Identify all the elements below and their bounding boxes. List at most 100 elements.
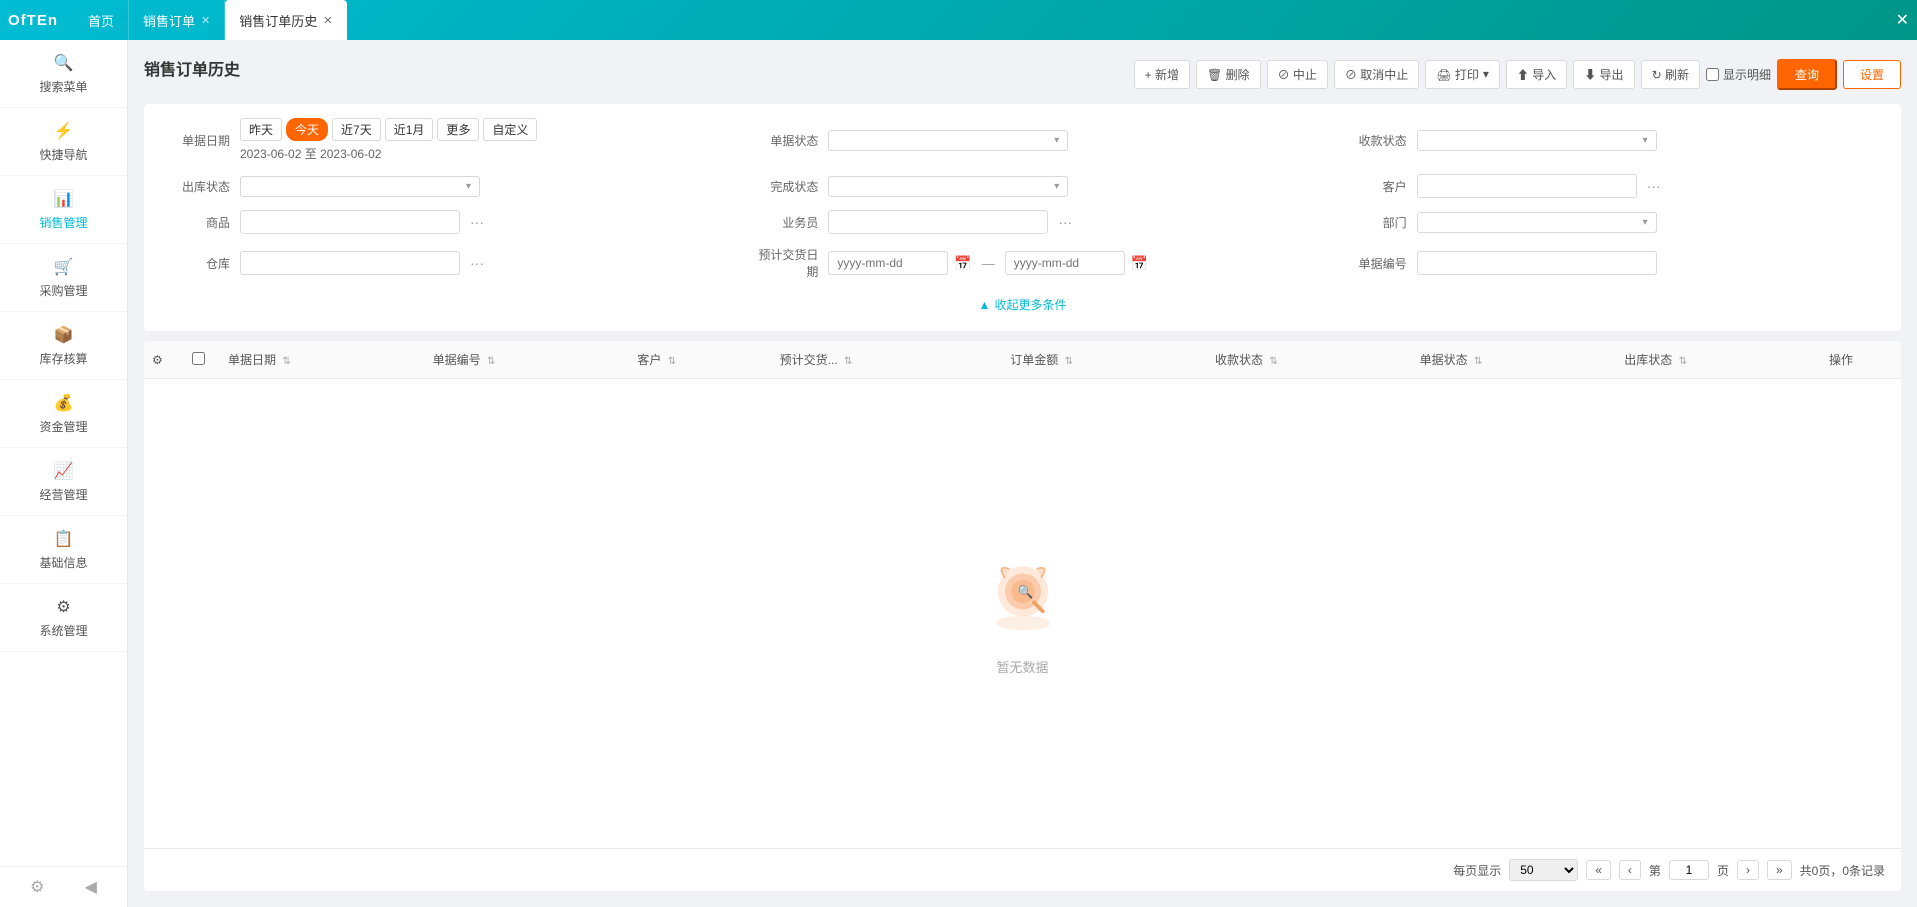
status-select[interactable]: ▾ bbox=[828, 130, 1068, 151]
complete-status-select[interactable]: ▾ bbox=[828, 176, 1068, 197]
export-button[interactable]: ⬇ 导出 bbox=[1573, 60, 1634, 89]
toolbar: + 新增 🗑 删除 ⊘ 中止 ⊘ 取消中止 🖨 打印 ▾ ⬆ 导入 ⬇ 导出 ↻… bbox=[1134, 59, 1901, 90]
th-order-status[interactable]: 单据状态 ⇅ bbox=[1412, 341, 1617, 379]
show-detail-checkbox-label[interactable]: 显示明细 bbox=[1706, 66, 1771, 83]
th-date[interactable]: 单据日期 ⇅ bbox=[220, 341, 425, 379]
date-btn-today[interactable]: 今天 bbox=[286, 118, 328, 141]
staff-input[interactable] bbox=[828, 210, 1048, 234]
empty-icon: 🔍 bbox=[978, 551, 1068, 641]
sidebar-item-finance[interactable]: 💰 资金管理 bbox=[0, 380, 127, 448]
warehouse-ellipsis-icon[interactable]: ··· bbox=[466, 253, 488, 273]
sidebar-item-base-info[interactable]: 📋 基础信息 bbox=[0, 516, 127, 584]
query-button[interactable]: 查询 bbox=[1777, 59, 1837, 90]
out-status-arrow-icon: ▾ bbox=[466, 181, 471, 192]
collapse-link[interactable]: ▲ 收起更多条件 bbox=[160, 292, 1885, 317]
order-no-control bbox=[1417, 251, 1885, 275]
dept-select[interactable]: ▾ bbox=[1417, 212, 1657, 233]
collapse-arrow-icon: ▲ bbox=[979, 298, 991, 312]
gear-settings-icon[interactable]: ⚙ bbox=[152, 353, 163, 367]
sort-customer-icon: ⇅ bbox=[668, 356, 676, 367]
first-page-btn[interactable]: « bbox=[1586, 860, 1611, 880]
th-amount[interactable]: 订单金额 ⇅ bbox=[1002, 341, 1207, 379]
customer-input[interactable] bbox=[1417, 174, 1637, 198]
new-button[interactable]: + 新增 bbox=[1134, 60, 1190, 89]
main-layout: 🔍 搜索菜单 ⚡ 快捷导航 📊 销售管理 🛒 采购管理 📦 库存核算 💰 资金管… bbox=[0, 40, 1917, 907]
complete-status-control: ▾ bbox=[828, 176, 1296, 197]
sidebar-item-quick-nav[interactable]: ⚡ 快捷导航 bbox=[0, 108, 127, 176]
page-unit: 页 bbox=[1717, 862, 1729, 879]
goods-label: 商品 bbox=[160, 214, 240, 231]
date-btn-yesterday[interactable]: 昨天 bbox=[240, 118, 282, 141]
page-size-select[interactable]: 50 10 20 100 bbox=[1509, 859, 1578, 881]
last-page-btn[interactable]: » bbox=[1767, 860, 1792, 880]
dept-control: ▾ bbox=[1417, 212, 1885, 233]
th-customer[interactable]: 客户 ⇅ bbox=[629, 341, 771, 379]
sort-date-icon: ⇅ bbox=[282, 356, 290, 367]
th-check bbox=[184, 341, 220, 379]
close-sales-order-tab[interactable]: ✕ bbox=[201, 14, 210, 27]
date-btn-1month[interactable]: 近1月 bbox=[385, 118, 434, 141]
customer-ellipsis-icon[interactable]: ··· bbox=[1643, 176, 1665, 196]
refresh-button[interactable]: ↻ 刷新 bbox=[1641, 60, 1700, 89]
staff-label: 业务员 bbox=[748, 214, 828, 231]
select-all-checkbox[interactable] bbox=[192, 352, 205, 365]
filter-row-4: 仓库 ··· 预计交货日期 📅 — 📅 单据编号 bbox=[160, 246, 1885, 280]
delivery-start-cal-icon[interactable]: 📅 bbox=[954, 255, 971, 272]
sidebar-item-search-menu[interactable]: 🔍 搜索菜单 bbox=[0, 40, 127, 108]
th-gear: ⚙ bbox=[144, 341, 184, 379]
svg-text:🔍: 🔍 bbox=[1017, 583, 1033, 599]
delivery-end-cal-icon[interactable]: 📅 bbox=[1131, 255, 1148, 272]
print-button[interactable]: 🖨 打印 ▾ bbox=[1425, 60, 1500, 89]
goods-input[interactable] bbox=[240, 210, 460, 234]
sidebar-item-inventory[interactable]: 📦 库存核算 bbox=[0, 312, 127, 380]
next-page-btn[interactable]: › bbox=[1737, 860, 1759, 880]
content-area: 销售订单历史 + 新增 🗑 删除 ⊘ 中止 ⊘ 取消中止 🖨 打印 ▾ ⬆ 导入… bbox=[128, 40, 1917, 907]
th-receipt-status[interactable]: 收款状态 ⇅ bbox=[1207, 341, 1412, 379]
page-number-input[interactable] bbox=[1669, 860, 1709, 880]
th-action: 操作 bbox=[1821, 341, 1901, 379]
operations-icon: 📈 bbox=[53, 460, 75, 482]
th-out-status[interactable]: 出库状态 ⇅ bbox=[1616, 341, 1821, 379]
close-sales-history-tab[interactable]: ✕ bbox=[323, 14, 332, 27]
sort-amount-icon: ⇅ bbox=[1065, 356, 1073, 367]
warehouse-control: ··· bbox=[240, 251, 708, 275]
th-delivery[interactable]: 预计交货... ⇅ bbox=[772, 341, 1003, 379]
sidebar-settings-icon[interactable]: ⚙ bbox=[30, 877, 44, 897]
order-no-input[interactable] bbox=[1417, 251, 1657, 275]
sidebar-collapse-icon[interactable]: ◀ bbox=[85, 877, 97, 897]
prev-page-btn[interactable]: ‹ bbox=[1619, 860, 1641, 880]
stop-button[interactable]: ⊘ 中止 bbox=[1267, 60, 1328, 89]
warehouse-input[interactable] bbox=[240, 251, 460, 275]
sidebar-item-purchase-mgmt[interactable]: 🛒 采购管理 bbox=[0, 244, 127, 312]
top-bar-right: ✕ bbox=[1896, 10, 1909, 30]
collapse-label: 收起更多条件 bbox=[994, 296, 1066, 313]
delivery-start-input[interactable] bbox=[828, 251, 948, 275]
import-button[interactable]: ⬆ 导入 bbox=[1506, 60, 1567, 89]
sidebar-item-sys-mgmt[interactable]: ⚙ 系统管理 bbox=[0, 584, 127, 652]
tab-sales-history[interactable]: 销售订单历史 ✕ bbox=[225, 0, 347, 40]
goods-ellipsis-icon[interactable]: ··· bbox=[466, 212, 488, 232]
close-window-icon[interactable]: ✕ bbox=[1896, 10, 1909, 30]
sidebar-item-sales-mgmt[interactable]: 📊 销售管理 bbox=[0, 176, 127, 244]
empty-state: 🔍 暂无数据 bbox=[144, 379, 1901, 848]
show-detail-checkbox[interactable] bbox=[1706, 68, 1719, 81]
receipt-status-select[interactable]: ▾ bbox=[1417, 130, 1657, 151]
date-btn-7days[interactable]: 近7天 bbox=[332, 118, 381, 141]
staff-ellipsis-icon[interactable]: ··· bbox=[1054, 212, 1076, 232]
tab-home[interactable]: 首页 bbox=[74, 0, 129, 40]
sort-delivery-icon: ⇅ bbox=[844, 356, 852, 367]
sidebar-item-operations[interactable]: 📈 经营管理 bbox=[0, 448, 127, 516]
tab-bar: 首页 销售订单 ✕ 销售订单历史 ✕ bbox=[74, 0, 347, 40]
out-status-control: ▾ bbox=[240, 176, 708, 197]
delete-button[interactable]: 🗑 删除 bbox=[1196, 60, 1261, 89]
customer-label: 客户 bbox=[1337, 178, 1417, 195]
date-btn-custom[interactable]: 自定义 bbox=[483, 118, 537, 141]
delivery-end-input[interactable] bbox=[1005, 251, 1125, 275]
receipt-status-label: 收款状态 bbox=[1337, 132, 1417, 149]
th-order-no[interactable]: 单据编号 ⇅ bbox=[425, 341, 630, 379]
date-btn-more[interactable]: 更多 bbox=[437, 118, 479, 141]
cancel-stop-button[interactable]: ⊘ 取消中止 bbox=[1334, 60, 1419, 89]
setting-button[interactable]: 设置 bbox=[1843, 60, 1901, 89]
out-status-select[interactable]: ▾ bbox=[240, 176, 480, 197]
tab-sales-order[interactable]: 销售订单 ✕ bbox=[129, 0, 225, 40]
